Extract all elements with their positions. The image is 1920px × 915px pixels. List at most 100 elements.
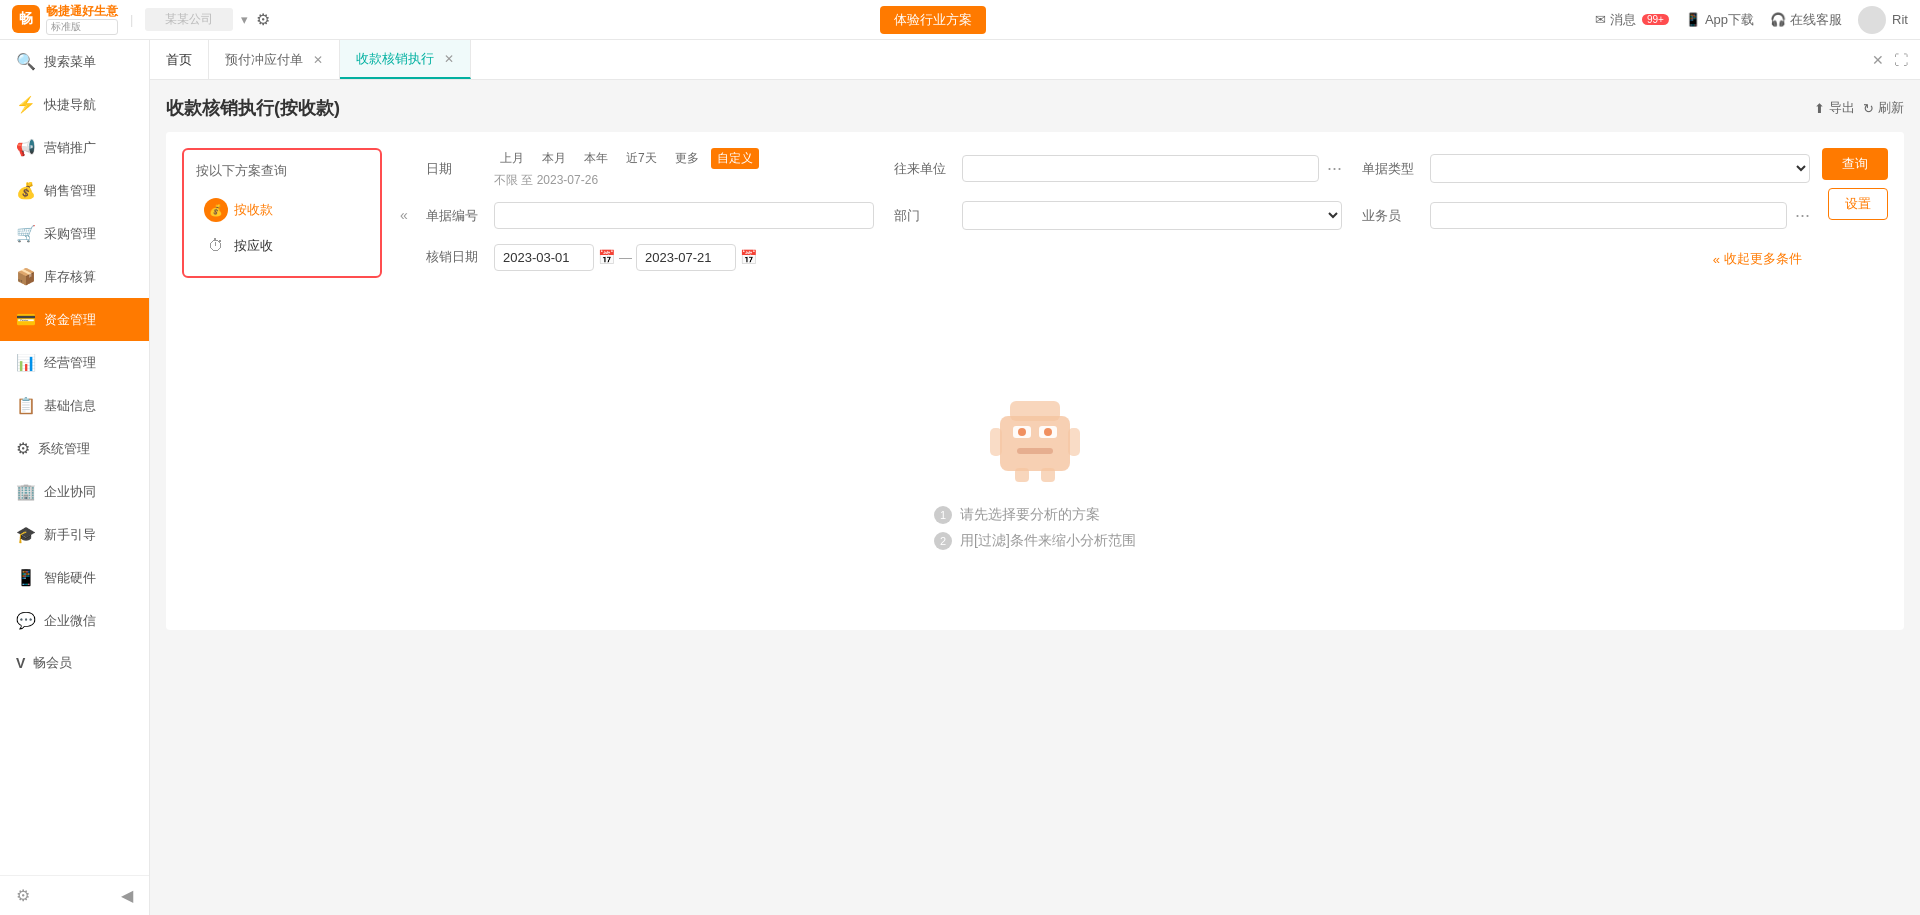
hardware-icon: 📱 — [16, 568, 36, 587]
sidebar-item-search[interactable]: 🔍 搜索菜单 — [0, 40, 149, 83]
sidebar-item-enterprise[interactable]: 🏢 企业协同 — [0, 470, 149, 513]
staff-dots-icon[interactable]: ··· — [1795, 205, 1810, 226]
export-button[interactable]: ⬆ 导出 — [1814, 99, 1855, 117]
dept-select[interactable] — [962, 201, 1342, 230]
user-area[interactable]: Rit — [1858, 6, 1908, 34]
breadcrumb-text: 某某公司 — [145, 8, 233, 31]
verify-date-end[interactable] — [636, 244, 736, 271]
message-icon: ✉ — [1595, 12, 1606, 27]
avatar — [1858, 6, 1886, 34]
sidebar-item-hardware[interactable]: 📱 智能硬件 — [0, 556, 149, 599]
query-button[interactable]: 查询 — [1822, 148, 1888, 180]
solution-button[interactable]: 体验行业方案 — [880, 6, 986, 34]
svg-rect-10 — [1041, 468, 1055, 482]
sidebar-item-marketing[interactable]: 📢 营销推广 — [0, 126, 149, 169]
tab-prepay-close[interactable]: ✕ — [313, 53, 323, 67]
filter-collapse-btn[interactable]: « — [394, 148, 414, 278]
chevron-down-icon[interactable]: ▾ — [241, 12, 248, 27]
app-download-label: App下载 — [1705, 11, 1754, 29]
page-actions: ⬆ 导出 ↻ 刷新 — [1814, 99, 1904, 117]
headset-icon: 🎧 — [1770, 12, 1786, 27]
dept-filter-row: 部门 — [894, 201, 1342, 230]
date-tag-this-month[interactable]: 本月 — [536, 148, 572, 169]
svg-rect-8 — [1068, 428, 1080, 456]
basic-icon: 📋 — [16, 396, 36, 415]
user-name: Rit — [1892, 12, 1908, 27]
std-badge: 标准版 — [46, 19, 118, 35]
sidebar-item-wechat[interactable]: 💬 企业微信 — [0, 599, 149, 642]
partner-dots-icon[interactable]: ··· — [1327, 158, 1342, 179]
filter-settings-button[interactable]: 设置 — [1828, 188, 1888, 220]
sidebar-label-finance: 资金管理 — [44, 311, 96, 329]
logo-text: 畅捷通好生意 — [46, 4, 118, 18]
quick-icon: ⚡ — [16, 95, 36, 114]
filter-row-actions: « 收起更多条件 — [894, 242, 1810, 272]
empty-illustration — [975, 386, 1095, 486]
sidebar: 🔍 搜索菜单 ⚡ 快捷导航 📢 营销推广 💰 销售管理 🛒 采购管理 📦 库存核… — [0, 40, 150, 915]
tab-close-all-icon[interactable]: ✕ — [1868, 48, 1888, 72]
sidebar-item-inventory[interactable]: 📦 库存核算 — [0, 255, 149, 298]
doc-no-label: 单据编号 — [426, 207, 486, 225]
collapse-more-label: 收起更多条件 — [1724, 250, 1802, 268]
svg-rect-7 — [990, 428, 1002, 456]
filter-panel: 按以下方案查询 💰 按收款 ⏱ 按应收 « — [166, 132, 1904, 294]
date-tag-7days[interactable]: 近7天 — [620, 148, 663, 169]
doc-type-select[interactable] — [1430, 154, 1810, 183]
doc-type-filter-row: 单据类型 — [1362, 148, 1810, 189]
staff-input[interactable] — [1430, 202, 1787, 229]
tip-num-2: 2 — [934, 532, 952, 550]
tab-home[interactable]: 首页 — [150, 40, 209, 79]
member-icon: V — [16, 655, 25, 671]
messages-button[interactable]: ✉ 消息 99+ — [1595, 11, 1669, 29]
sidebar-item-member[interactable]: V 畅会员 — [0, 642, 149, 684]
enterprise-icon: 🏢 — [16, 482, 36, 501]
cal-end-icon[interactable]: 📅 — [740, 249, 757, 265]
refresh-icon: ↻ — [1863, 101, 1874, 116]
tab-prepay[interactable]: 预付冲应付单 ✕ — [209, 40, 340, 79]
sidebar-item-operation[interactable]: 📊 经营管理 — [0, 341, 149, 384]
sidebar-item-quick[interactable]: ⚡ 快捷导航 — [0, 83, 149, 126]
tab-expand-icon[interactable]: ⛶ — [1890, 48, 1912, 72]
tab-collect-close[interactable]: ✕ — [444, 52, 454, 66]
sidebar-item-system[interactable]: ⚙ 系统管理 — [0, 427, 149, 470]
sidebar-label-enterprise: 企业协同 — [44, 483, 96, 501]
sidebar-item-basic[interactable]: 📋 基础信息 — [0, 384, 149, 427]
partner-input[interactable] — [962, 155, 1319, 182]
sidebar-item-purchase[interactable]: 🛒 采购管理 — [0, 212, 149, 255]
tab-collect[interactable]: 收款核销执行 ✕ — [340, 40, 471, 79]
purchase-icon: 🛒 — [16, 224, 36, 243]
bottom-collapse-icon[interactable]: ◀ — [121, 886, 133, 905]
filter-option-by-receivable[interactable]: ⏱ 按应收 — [196, 228, 368, 264]
sidebar-item-sales[interactable]: 💰 销售管理 — [0, 169, 149, 212]
settings-icon[interactable]: ⚙ — [256, 10, 270, 29]
sidebar-label-marketing: 营销推广 — [44, 139, 96, 157]
date-quick-tags: 上月 本月 本年 近7天 更多 自定义 — [494, 148, 874, 169]
doc-no-input[interactable] — [494, 202, 874, 229]
verify-date-start[interactable] — [494, 244, 594, 271]
date-tag-custom[interactable]: 自定义 — [711, 148, 759, 169]
sidebar-label-sales: 销售管理 — [44, 182, 96, 200]
empty-state: 1 请先选择要分析的方案 2 用[过滤]条件来缩小分析范围 — [166, 306, 1904, 630]
phone-icon: 📱 — [1685, 12, 1701, 27]
sidebar-item-finance[interactable]: 💳 资金管理 — [0, 298, 149, 341]
app-logo: 畅 畅捷通好生意 标准版 — [12, 4, 118, 34]
cal-start-icon[interactable]: 📅 — [598, 249, 615, 265]
main-layout: 🔍 搜索菜单 ⚡ 快捷导航 📢 营销推广 💰 销售管理 🛒 采购管理 📦 库存核… — [0, 40, 1920, 915]
sidebar-bottom: ⚙ ◀ — [0, 875, 149, 915]
partner-label: 往来单位 — [894, 160, 954, 178]
date-tag-more[interactable]: 更多 — [669, 148, 705, 169]
bottom-gear-icon[interactable]: ⚙ — [16, 886, 30, 905]
date-tag-last-month[interactable]: 上月 — [494, 148, 530, 169]
collapse-more-btn[interactable]: « 收起更多条件 — [1705, 246, 1810, 272]
sidebar-label-hardware: 智能硬件 — [44, 569, 96, 587]
online-service-button[interactable]: 🎧 在线客服 — [1770, 11, 1842, 29]
date-tag-this-year[interactable]: 本年 — [578, 148, 614, 169]
partner-filter-row: 往来单位 ··· — [894, 148, 1342, 189]
app-download-button[interactable]: 📱 App下载 — [1685, 11, 1754, 29]
verify-date-range: 📅 — 📅 — [494, 244, 874, 271]
filter-method-title: 按以下方案查询 — [196, 162, 368, 180]
filter-option-by-collect[interactable]: 💰 按收款 — [196, 192, 368, 228]
doc-type-label: 单据类型 — [1362, 160, 1422, 178]
refresh-button[interactable]: ↻ 刷新 — [1863, 99, 1904, 117]
sidebar-item-guide[interactable]: 🎓 新手引导 — [0, 513, 149, 556]
